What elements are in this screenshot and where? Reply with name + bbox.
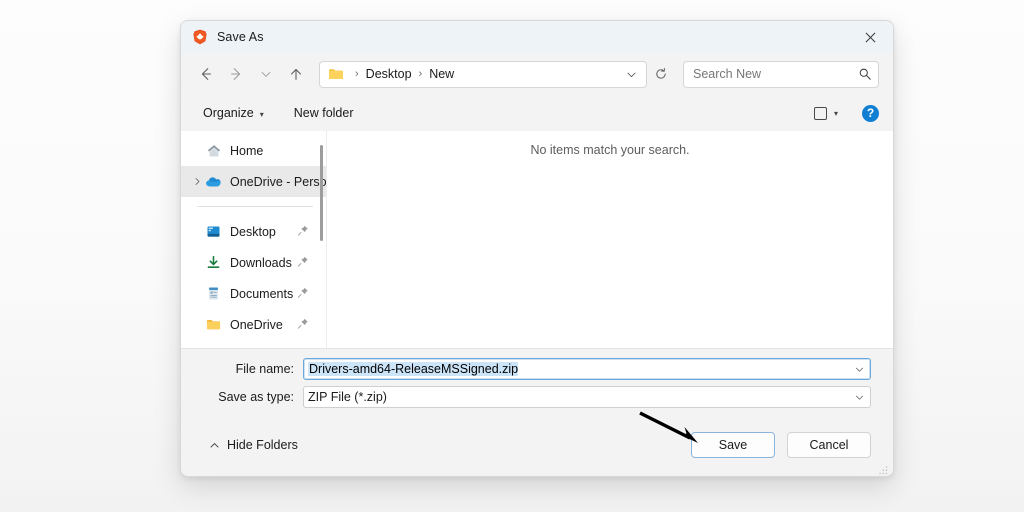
- navigation-bar: › Desktop › New Search New: [181, 53, 893, 95]
- file-name-row: File name: Drivers-amd64-ReleaseMSSigned…: [203, 358, 871, 380]
- hide-folders-label: Hide Folders: [227, 438, 298, 452]
- sidebar-item-label: Downloads: [230, 256, 292, 270]
- dialog-body: Home OneDrive - Perso: [181, 131, 893, 348]
- sidebar-item-label: OneDrive - Perso: [230, 175, 327, 189]
- sidebar-item-desktop[interactable]: Desktop: [181, 216, 327, 247]
- sidebar-item-onedrive-personal[interactable]: OneDrive - Perso: [181, 166, 327, 197]
- address-chevron-down-icon[interactable]: [618, 62, 644, 87]
- onedrive-cloud-icon: [205, 173, 222, 190]
- file-name-input[interactable]: Drivers-amd64-ReleaseMSSigned.zip: [303, 358, 871, 380]
- pin-icon[interactable]: [297, 317, 309, 332]
- file-name-label: File name:: [203, 362, 303, 376]
- sidebar-item-documents[interactable]: Documents: [181, 278, 327, 309]
- breadcrumb-separator-0: ›: [350, 68, 364, 80]
- sidebar-divider: [197, 206, 313, 207]
- file-name-selected-text: Drivers-amd64-ReleaseMSSigned.zip: [308, 362, 518, 376]
- command-bar: Organize ▾ New folder ▾ ?: [181, 95, 893, 131]
- file-name-value: Drivers-amd64-ReleaseMSSigned.zip: [307, 362, 848, 376]
- window-title: Save As: [217, 30, 264, 44]
- new-folder-label: New folder: [294, 106, 354, 120]
- pin-icon[interactable]: [297, 286, 309, 301]
- save-as-dialog: Save As: [180, 20, 894, 477]
- chevron-right-icon[interactable]: [189, 177, 205, 186]
- new-folder-button[interactable]: New folder: [286, 101, 362, 125]
- cancel-button[interactable]: Cancel: [787, 432, 871, 458]
- search-placeholder: Search New: [693, 67, 858, 81]
- save-as-type-row: Save as type: ZIP File (*.zip): [203, 386, 871, 408]
- chevron-down-icon[interactable]: [848, 392, 870, 403]
- sidebar-item-onedrive[interactable]: OneDrive: [181, 309, 327, 340]
- recent-locations-chevron-down-icon[interactable]: [251, 59, 281, 89]
- up-one-level-button[interactable]: [281, 59, 311, 89]
- sidebar-item-label: OneDrive: [230, 318, 283, 332]
- pin-icon[interactable]: [297, 224, 309, 239]
- sidebar-item-label: Documents: [230, 287, 293, 301]
- pin-icon[interactable]: [297, 255, 309, 270]
- downloads-icon: [205, 254, 222, 271]
- title-bar: Save As: [181, 21, 893, 53]
- sidebar-item-home[interactable]: Home: [181, 135, 327, 166]
- view-options-button[interactable]: ▾: [808, 103, 844, 124]
- hide-folders-button[interactable]: Hide Folders: [203, 434, 304, 456]
- breadcrumb-separator-1: ›: [414, 68, 428, 80]
- navigation-sidebar: Home OneDrive - Perso: [181, 131, 327, 348]
- breadcrumb-item-desktop[interactable]: Desktop: [364, 67, 414, 81]
- help-button[interactable]: ?: [862, 105, 879, 122]
- chevron-down-icon[interactable]: [848, 364, 870, 375]
- sidebar-item-label: Desktop: [230, 225, 276, 239]
- chevron-down-icon: ▾: [834, 109, 838, 118]
- back-button[interactable]: [191, 59, 221, 89]
- file-list-area[interactable]: No items match your search.: [327, 131, 893, 348]
- save-as-type-value: ZIP File (*.zip): [307, 390, 848, 404]
- breadcrumb: › Desktop › New: [350, 67, 456, 81]
- folder-icon: [328, 66, 344, 82]
- empty-state-message: No items match your search.: [327, 143, 893, 157]
- folder-icon: [205, 316, 222, 333]
- brave-lion-icon: [192, 29, 208, 45]
- forward-button[interactable]: [221, 59, 251, 89]
- save-as-type-select[interactable]: ZIP File (*.zip): [303, 386, 871, 408]
- organize-button[interactable]: Organize ▾: [195, 101, 272, 125]
- sidebar-item-label: Home: [230, 144, 263, 158]
- sidebar-item-downloads[interactable]: Downloads: [181, 247, 327, 278]
- chevron-up-icon: [209, 440, 220, 451]
- save-as-type-label: Save as type:: [203, 390, 303, 404]
- breadcrumb-item-new[interactable]: New: [427, 67, 456, 81]
- view-layout-icon: [814, 107, 827, 120]
- search-input[interactable]: Search New: [683, 61, 879, 88]
- home-icon: [205, 142, 222, 159]
- address-bar[interactable]: › Desktop › New: [319, 61, 647, 88]
- sidebar-scrollbar[interactable]: [320, 145, 323, 241]
- desktop-icon: [205, 223, 222, 240]
- close-icon[interactable]: [848, 21, 893, 53]
- documents-icon: [205, 285, 222, 302]
- resize-grip[interactable]: [878, 462, 888, 472]
- save-form: File name: Drivers-amd64-ReleaseMSSigned…: [181, 348, 893, 414]
- search-icon[interactable]: [858, 67, 872, 81]
- refresh-icon[interactable]: [647, 62, 675, 87]
- action-bar: Hide Folders Save Cancel: [181, 414, 893, 476]
- chevron-down-icon: ▾: [260, 110, 264, 119]
- save-button[interactable]: Save: [691, 432, 775, 458]
- organize-label: Organize: [203, 106, 254, 120]
